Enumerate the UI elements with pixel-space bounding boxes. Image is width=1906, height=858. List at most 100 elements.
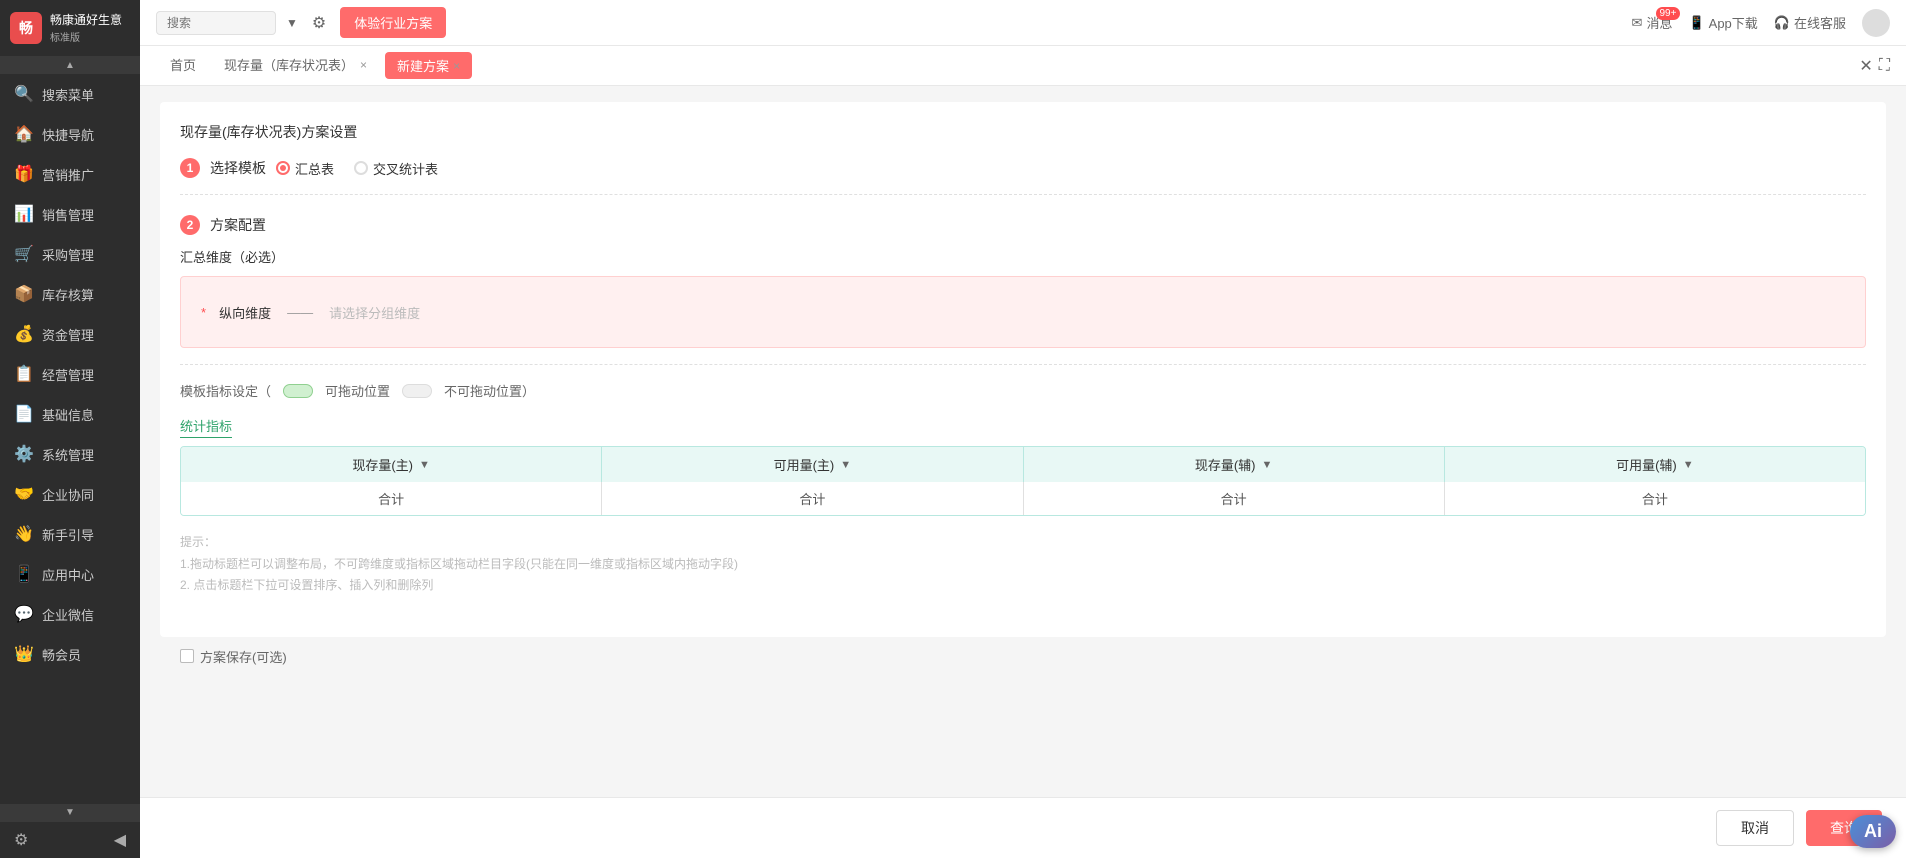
sidebar-item-label: 搜索菜单 xyxy=(42,85,94,104)
sidebar-item-wechat[interactable]: 💬 企业微信 xyxy=(0,594,140,634)
sidebar-item-label: 系统管理 xyxy=(42,445,94,464)
app-download-btn[interactable]: 📱 App下载 xyxy=(1688,13,1757,32)
sidebar-item-apps[interactable]: 📱 应用中心 xyxy=(0,554,140,594)
tab-inventory-close[interactable]: × xyxy=(360,58,367,72)
col-header-3[interactable]: 可用量(辅) ▼ xyxy=(1445,447,1865,482)
audio-icon[interactable]: ◀ xyxy=(114,830,126,850)
search-input[interactable] xyxy=(156,11,276,35)
tab-new-plan-close[interactable]: × xyxy=(453,59,460,73)
sidebar-bottom: ⚙ ◀ xyxy=(0,821,140,858)
sidebar-item-guide[interactable]: 👋 新手引导 xyxy=(0,514,140,554)
sidebar-item-system[interactable]: ⚙️ 系统管理 xyxy=(0,434,140,474)
sidebar-item-label: 库存核算 xyxy=(42,285,94,304)
wave-icon: 👋 xyxy=(14,524,34,544)
dimension-area[interactable]: * 纵向维度 —— 请选择分组维度 xyxy=(180,276,1866,348)
sidebar-item-label: 营销推广 xyxy=(42,165,94,184)
sidebar-item-inventory[interactable]: 📦 库存核算 xyxy=(0,274,140,314)
step2-num: 2 xyxy=(180,215,200,235)
col-dropdown-1[interactable]: ▼ xyxy=(840,459,851,471)
not-movable-label: 不可拖动位置） xyxy=(444,381,535,400)
tab-home[interactable]: 首页 xyxy=(156,47,210,84)
headset-icon: 🎧 xyxy=(1774,15,1790,31)
messages-btn[interactable]: ✉ 消息 99+ xyxy=(1632,13,1673,32)
phone-icon: 📱 xyxy=(14,564,34,584)
tip2: 2. 点击标题栏下拉可设置排序、插入列和删除列 xyxy=(180,575,1866,597)
experience-btn[interactable]: 体验行业方案 xyxy=(340,7,446,38)
col-body-1: 合计 xyxy=(602,482,1023,515)
cancel-button[interactable]: 取消 xyxy=(1716,810,1794,846)
sidebar-item-label: 快捷导航 xyxy=(42,125,94,144)
sidebar-item-label: 企业协同 xyxy=(42,485,94,504)
sidebar-item-basic[interactable]: 📄 基础信息 xyxy=(0,394,140,434)
step2-divider xyxy=(180,364,1866,365)
dimension-dash: —— xyxy=(287,305,313,320)
radio-cross-label: 交叉统计表 xyxy=(373,159,438,178)
gift-icon: 🎁 xyxy=(14,164,34,184)
stats-table-body: 合计 合计 合计 合计 xyxy=(181,482,1865,515)
step2: 2 方案配置 汇总维度（必选） * 纵向维度 —— 请选择分组维度 模板指标设定… xyxy=(180,215,1866,597)
dimension-section-label: 汇总维度（必选） xyxy=(180,247,1866,266)
vertical-dimension-label: 纵向维度 xyxy=(219,303,271,322)
sidebar-item-marketing[interactable]: 🎁 营销推广 xyxy=(0,154,140,194)
sidebar-item-label: 销售管理 xyxy=(42,205,94,224)
dropdown-arrow[interactable]: ▼ xyxy=(286,16,298,30)
tabs-bar: 首页 现存量（库存状况表） × 新建方案 × ✕ ⛶ xyxy=(140,46,1906,86)
col-header-0-label: 现存量(主) xyxy=(352,455,413,474)
avatar[interactable] xyxy=(1862,9,1890,37)
sidebar-logo: 畅 畅康通好生意 标准版 xyxy=(0,0,140,57)
tab-close-btn[interactable]: ✕ xyxy=(1859,56,1872,76)
sidebar-item-member[interactable]: 👑 畅会员 xyxy=(0,634,140,674)
sidebar-item-nav[interactable]: 🏠 快捷导航 xyxy=(0,114,140,154)
col-header-2[interactable]: 现存量(辅) ▼ xyxy=(1024,447,1445,482)
tips-section: 提示： 1.拖动标题栏可以调整布局，不可跨维度或指标区域拖动栏目字段(只能在同一… xyxy=(180,532,1866,597)
settings-gear-icon[interactable]: ⚙ xyxy=(312,13,326,33)
tabs-controls: ✕ ⛶ xyxy=(1859,56,1890,76)
sidebar-scroll-up[interactable]: ▲ xyxy=(0,57,140,74)
chart-icon: 📊 xyxy=(14,204,34,224)
save-plan-box xyxy=(180,649,194,663)
dimension-placeholder: 请选择分组维度 xyxy=(329,303,420,322)
radio-cross[interactable]: 交叉统计表 xyxy=(354,159,438,178)
settings-panel: 现存量(库存状况表)方案设置 1 选择模板 汇总表 交叉统计表 xyxy=(160,102,1886,637)
handshake-icon: 🤝 xyxy=(14,484,34,504)
sidebar-item-purchase[interactable]: 🛒 采购管理 xyxy=(0,234,140,274)
content-area: 现存量(库存状况表)方案设置 1 选择模板 汇总表 交叉统计表 xyxy=(140,86,1906,797)
online-service-label: 在线客服 xyxy=(1794,13,1846,32)
sidebar-item-search[interactable]: 🔍 搜索菜单 xyxy=(0,74,140,114)
tab-expand-btn[interactable]: ⛶ xyxy=(1879,56,1890,76)
col-dropdown-3[interactable]: ▼ xyxy=(1683,459,1694,471)
tab-new-plan[interactable]: 新建方案 × xyxy=(385,52,472,79)
tab-inventory-status[interactable]: 现存量（库存状况表） × xyxy=(210,47,381,84)
message-icon: ✉ xyxy=(1632,15,1643,31)
col-dropdown-0[interactable]: ▼ xyxy=(419,459,430,471)
sidebar-item-label: 畅会员 xyxy=(42,645,81,664)
col-header-1[interactable]: 可用量(主) ▼ xyxy=(602,447,1023,482)
sidebar-item-cooperation[interactable]: 🤝 企业协同 xyxy=(0,474,140,514)
tab-new-plan-label: 新建方案 xyxy=(397,56,449,75)
sidebar-item-operation[interactable]: 📋 经营管理 xyxy=(0,354,140,394)
radio-summary[interactable]: 汇总表 xyxy=(276,159,334,178)
col-header-0[interactable]: 现存量(主) ▼ xyxy=(181,447,602,482)
radio-summary-circle xyxy=(276,161,290,175)
stats-label: 统计指标 xyxy=(180,416,232,438)
sidebar-item-label: 企业微信 xyxy=(42,605,94,624)
col-dropdown-2[interactable]: ▼ xyxy=(1262,459,1273,471)
money-icon: 💰 xyxy=(14,324,34,344)
sidebar-scroll-down[interactable]: ▼ xyxy=(0,804,140,821)
app-download-label: App下载 xyxy=(1709,13,1758,32)
template-indicator-label: 模板指标设定（ xyxy=(180,381,271,400)
radio-cross-circle xyxy=(354,161,368,175)
col-header-3-label: 可用量(辅) xyxy=(1616,455,1677,474)
save-plan-checkbox[interactable]: 方案保存(可选) xyxy=(180,647,287,666)
doc-icon: 📄 xyxy=(14,404,34,424)
sidebar-item-label: 应用中心 xyxy=(42,565,94,584)
clipboard-icon: 📋 xyxy=(14,364,34,384)
sidebar-item-sales[interactable]: 📊 销售管理 xyxy=(0,194,140,234)
topbar: ▼ ⚙ 体验行业方案 ✉ 消息 99+ 📱 App下载 🎧 在线客服 xyxy=(140,0,1906,46)
ai-badge[interactable]: Ai xyxy=(1850,815,1896,848)
settings-icon[interactable]: ⚙ xyxy=(14,830,28,850)
online-service-btn[interactable]: 🎧 在线客服 xyxy=(1774,13,1846,32)
sidebar-item-label: 经营管理 xyxy=(42,365,94,384)
sidebar-item-finance[interactable]: 💰 资金管理 xyxy=(0,314,140,354)
tips-title: 提示： xyxy=(180,532,1866,554)
